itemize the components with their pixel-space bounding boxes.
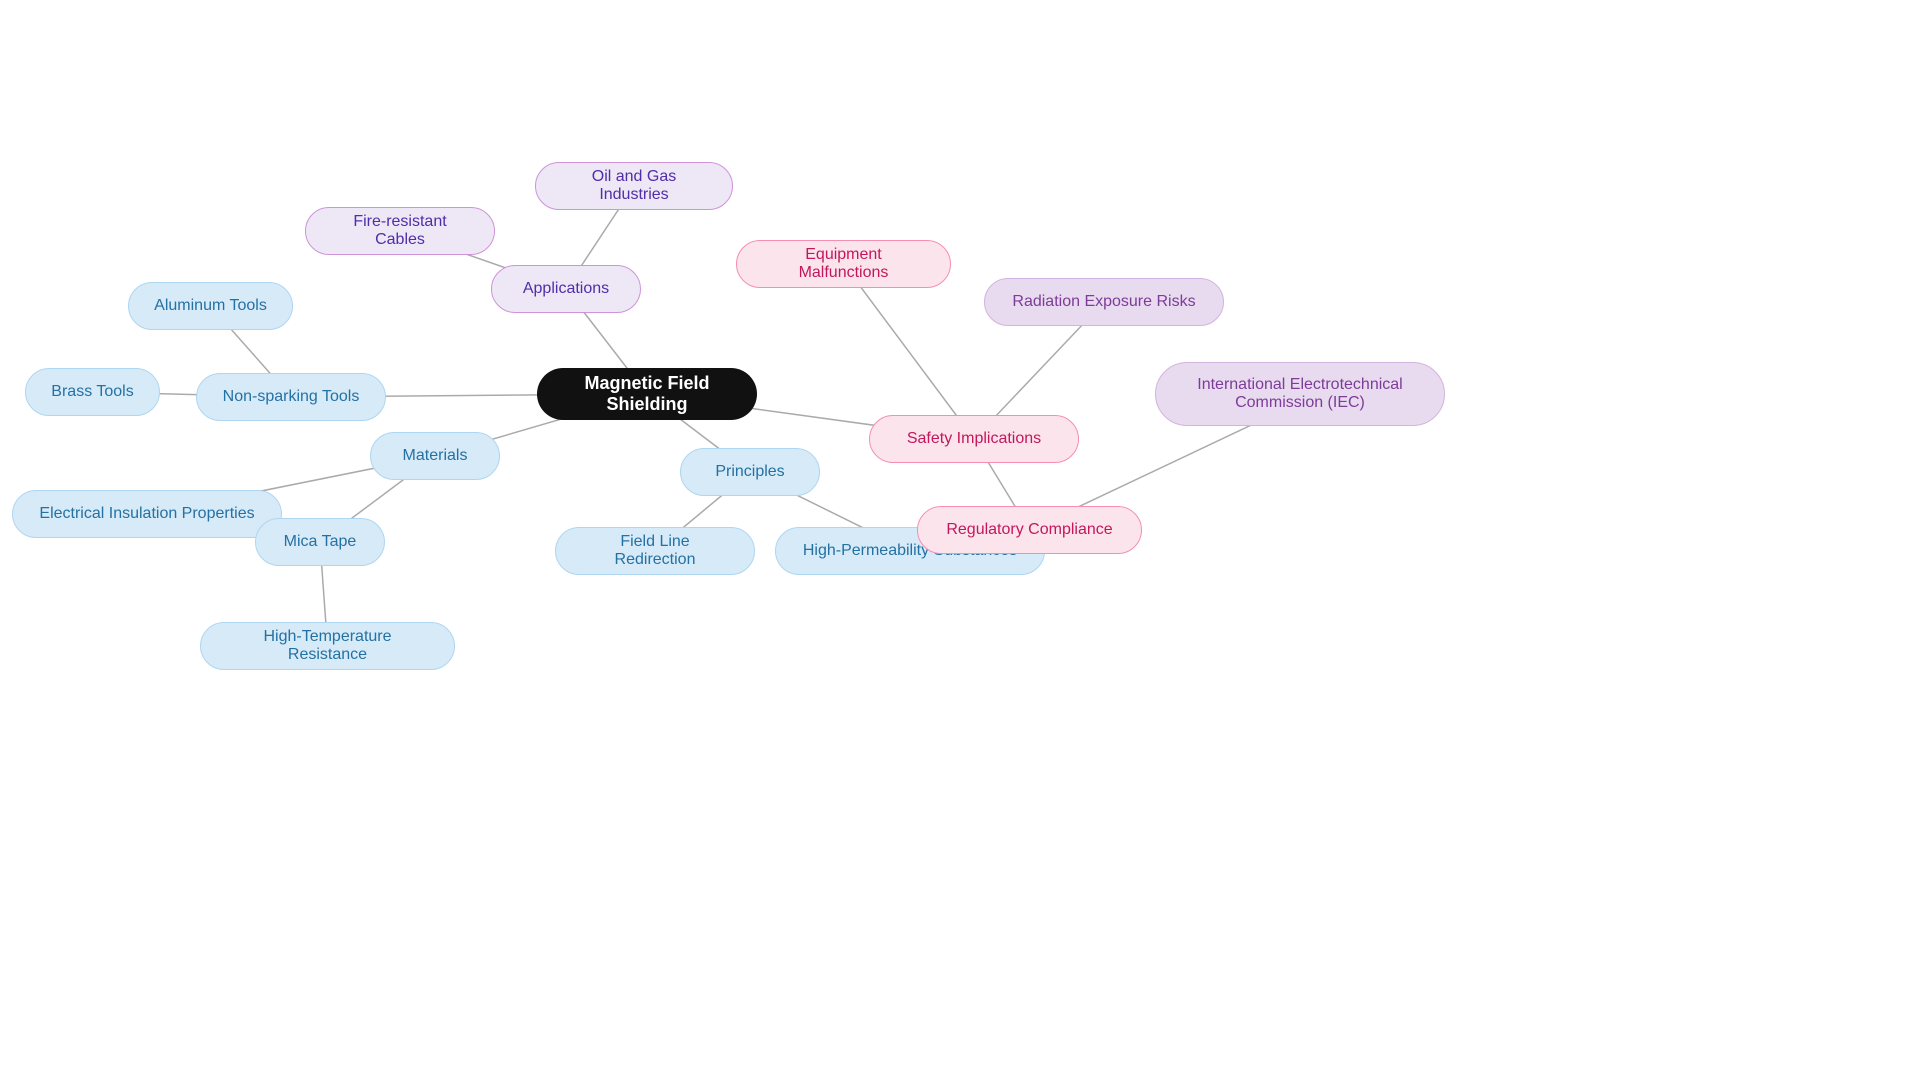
mica-tape-node: Mica Tape	[255, 518, 385, 566]
iec-node: International Electrotechnical Commissio…	[1155, 362, 1445, 426]
field-line-node: Field Line Redirection	[555, 527, 755, 575]
principles-node: Principles	[680, 448, 820, 496]
radiation-node: Radiation Exposure Risks	[984, 278, 1224, 326]
oil-gas-node: Oil and Gas Industries	[535, 162, 733, 210]
applications-node: Applications	[491, 265, 641, 313]
center-node: Magnetic Field Shielding	[537, 368, 757, 420]
non-sparking-node: Non-sparking Tools	[196, 373, 386, 421]
equip-malfunc-node: Equipment Malfunctions	[736, 240, 951, 288]
safety-impl-node: Safety Implications	[869, 415, 1079, 463]
reg-compliance-node: Regulatory Compliance	[917, 506, 1142, 554]
brass-tools-node: Brass Tools	[25, 368, 160, 416]
fire-cables-node: Fire-resistant Cables	[305, 207, 495, 255]
aluminum-tools-node: Aluminum Tools	[128, 282, 293, 330]
materials-node: Materials	[370, 432, 500, 480]
elec-insulation-node: Electrical Insulation Properties	[12, 490, 282, 538]
high-temp-node: High-Temperature Resistance	[200, 622, 455, 670]
